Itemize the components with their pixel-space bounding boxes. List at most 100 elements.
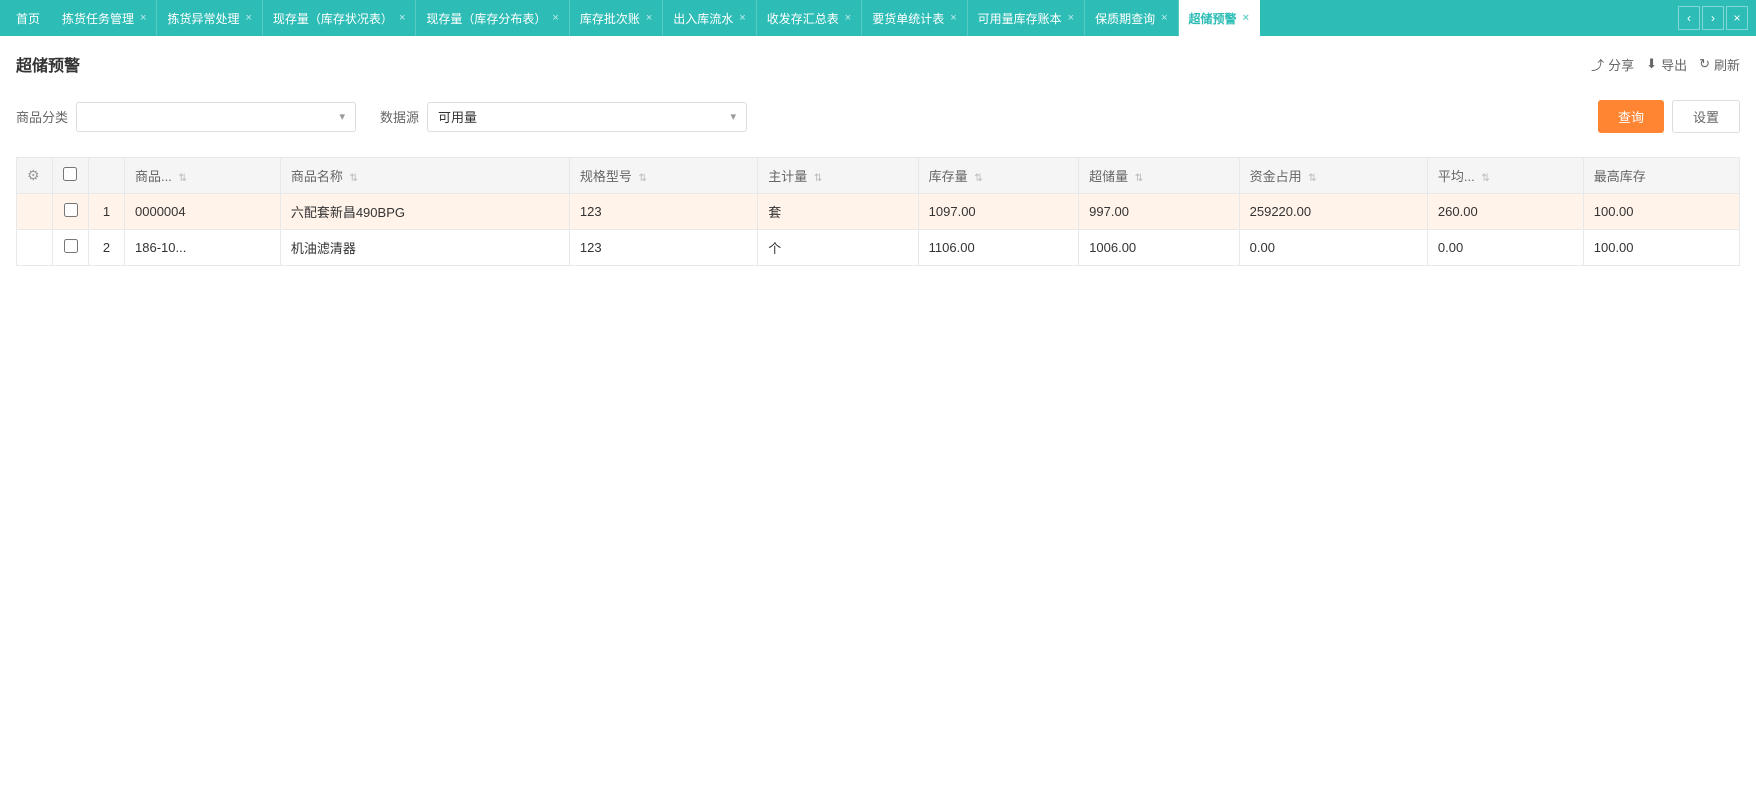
- refresh-button[interactable]: ↻ 刷新: [1699, 55, 1740, 74]
- export-label: 导出: [1661, 55, 1687, 74]
- row-stock-cell: 1106.00: [918, 230, 1078, 266]
- data-table: ⚙ 商品... ⇅ 商品名称 ⇅ 规格型号 ⇅: [16, 157, 1740, 266]
- page-content: 超储预警 ⤴ 分享 ⬇ 导出 ↻ 刷新 商品分类 ▾ 数据源: [0, 36, 1756, 800]
- refresh-icon: ↻: [1699, 56, 1710, 72]
- spec-header-label: 规格型号: [580, 169, 632, 184]
- stock-header-label: 库存量: [929, 169, 968, 184]
- nav-tab-order-stats[interactable]: 要货单统计表 ×: [862, 0, 967, 36]
- nav-tab-home[interactable]: 首页: [4, 10, 52, 27]
- stock-column-header[interactable]: 库存量 ⇅: [918, 158, 1078, 194]
- row-overstock-cell: 997.00: [1079, 194, 1239, 230]
- nav-close-button[interactable]: ×: [1726, 6, 1748, 30]
- max-stock-header-label: 最高库存: [1594, 169, 1646, 184]
- nav-tab-recv-send[interactable]: 收发存汇总表 ×: [757, 0, 862, 36]
- row-overstock-cell: 1006.00: [1079, 230, 1239, 266]
- spec-column-header[interactable]: 规格型号 ⇅: [569, 158, 757, 194]
- tab-close-icon[interactable]: ×: [1161, 12, 1167, 24]
- tab-label: 可用量库存账本: [978, 10, 1062, 27]
- query-button[interactable]: 查询: [1598, 100, 1664, 133]
- nav-tab-stock-status[interactable]: 现存量（库存状况表） ×: [263, 0, 416, 36]
- table-header-row: ⚙ 商品... ⇅ 商品名称 ⇅ 规格型号 ⇅: [17, 158, 1740, 194]
- capital-column-header[interactable]: 资金占用 ⇅: [1239, 158, 1427, 194]
- tab-close-icon[interactable]: ×: [646, 12, 652, 24]
- row-checkbox-cell: [53, 194, 89, 230]
- row-checkbox[interactable]: [64, 203, 78, 217]
- tab-close-icon[interactable]: ×: [1243, 12, 1249, 24]
- page-header: 超储预警 ⤴ 分享 ⬇ 导出 ↻ 刷新: [16, 52, 1740, 76]
- row-product-code-cell: 186-10...: [125, 230, 281, 266]
- row-num-cell: 2: [89, 230, 125, 266]
- row-product-name-cell: 六配套新昌490BPG: [280, 194, 569, 230]
- nav-prev-button[interactable]: ‹: [1678, 6, 1700, 30]
- category-select[interactable]: ▾: [76, 102, 356, 132]
- row-checkbox-cell: [53, 230, 89, 266]
- unit-header-label: 主计量: [768, 169, 807, 184]
- checkbox-column-header: [53, 158, 89, 194]
- tab-label: 超储预警: [1189, 10, 1237, 27]
- tab-close-icon[interactable]: ×: [845, 12, 851, 24]
- nav-tab-quality-check[interactable]: 保质期查询 ×: [1085, 0, 1178, 36]
- max-stock-column-header[interactable]: 最高库存: [1583, 158, 1739, 194]
- tab-label: 保质期查询: [1095, 10, 1155, 27]
- nav-tab-overstock-alert[interactable]: 超储预警 ×: [1179, 0, 1260, 36]
- share-label: 分享: [1608, 55, 1634, 74]
- nav-tab-task-mgmt[interactable]: 拣货任务管理 ×: [52, 0, 157, 36]
- nav-next-button[interactable]: ›: [1702, 6, 1724, 30]
- nav-tab-batch-ledger[interactable]: 库存批次账 ×: [570, 0, 663, 36]
- top-navigation: 首页 拣货任务管理 × 拣货异常处理 × 现存量（库存状况表） × 现存量（库存…: [0, 0, 1756, 36]
- filter-actions: 查询 设置: [1598, 100, 1740, 133]
- tab-close-icon[interactable]: ×: [552, 12, 558, 24]
- row-gear-cell: [17, 194, 53, 230]
- export-button[interactable]: ⬇ 导出: [1646, 55, 1687, 74]
- overstock-header-label: 超储量: [1089, 169, 1128, 184]
- nav-tab-stock-dist[interactable]: 现存量（库存分布表） ×: [416, 0, 569, 36]
- nav-tab-abnormal[interactable]: 拣货异常处理 ×: [157, 0, 262, 36]
- table-row: 2 186-10... 机油滤清器 123 个 1106.00 1006.00 …: [17, 230, 1740, 266]
- gear-settings-icon[interactable]: ⚙: [27, 167, 40, 184]
- tab-label: 拣货异常处理: [167, 10, 239, 27]
- home-label: 首页: [16, 12, 40, 26]
- row-unit-cell: 个: [758, 230, 918, 266]
- nav-tab-available-ledger[interactable]: 可用量库存账本 ×: [968, 0, 1085, 36]
- sort-icon: ⇅: [639, 173, 647, 184]
- overstock-column-header[interactable]: 超储量 ⇅: [1079, 158, 1239, 194]
- filter-bar: 商品分类 ▾ 数据源 可用量 ▾ 查询 设置: [16, 92, 1740, 141]
- avg-column-header[interactable]: 平均... ⇅: [1427, 158, 1583, 194]
- sort-icon: ⇅: [1481, 173, 1489, 184]
- share-button[interactable]: ⤴ 分享: [1591, 55, 1634, 74]
- row-max-stock-cell: 100.00: [1583, 230, 1739, 266]
- row-checkbox[interactable]: [64, 239, 78, 253]
- tab-close-icon[interactable]: ×: [950, 12, 956, 24]
- row-product-code-cell: 0000004: [125, 194, 281, 230]
- row-unit-cell: 套: [758, 194, 918, 230]
- product-code-column-header[interactable]: 商品... ⇅: [125, 158, 281, 194]
- tab-close-icon[interactable]: ×: [245, 12, 251, 24]
- tab-close-icon[interactable]: ×: [739, 12, 745, 24]
- sort-icon: ⇅: [814, 173, 822, 184]
- datasource-select[interactable]: 可用量 ▾: [427, 102, 747, 132]
- product-name-header-label: 商品名称: [291, 169, 343, 184]
- datasource-select-text: 可用量: [438, 107, 730, 126]
- nav-arrows: ‹ › ×: [1678, 6, 1752, 30]
- product-name-column-header[interactable]: 商品名称 ⇅: [280, 158, 569, 194]
- row-max-stock-cell: 100.00: [1583, 194, 1739, 230]
- row-spec-cell: 123: [569, 194, 757, 230]
- tab-close-icon[interactable]: ×: [1068, 12, 1074, 24]
- product-code-header-label: 商品...: [135, 169, 172, 184]
- datasource-filter: 数据源 可用量 ▾: [380, 102, 747, 132]
- settings-button[interactable]: 设置: [1672, 100, 1740, 133]
- tab-label: 库存批次账: [580, 10, 640, 27]
- tab-label: 要货单统计表: [872, 10, 944, 27]
- tab-close-icon[interactable]: ×: [399, 12, 405, 24]
- tab-close-icon[interactable]: ×: [140, 12, 146, 24]
- tab-label: 现存量（库存分布表）: [426, 10, 546, 27]
- unit-column-header[interactable]: 主计量 ⇅: [758, 158, 918, 194]
- row-capital-cell: 0.00: [1239, 230, 1427, 266]
- nav-tab-in-out-flow[interactable]: 出入库流水 ×: [663, 0, 756, 36]
- sort-icon: ⇅: [178, 173, 186, 184]
- gear-column-header: ⚙: [17, 158, 53, 194]
- datasource-label: 数据源: [380, 107, 419, 126]
- category-chevron-down-icon: ▾: [339, 110, 345, 123]
- row-product-name-cell: 机油滤清器: [280, 230, 569, 266]
- select-all-checkbox[interactable]: [63, 167, 77, 181]
